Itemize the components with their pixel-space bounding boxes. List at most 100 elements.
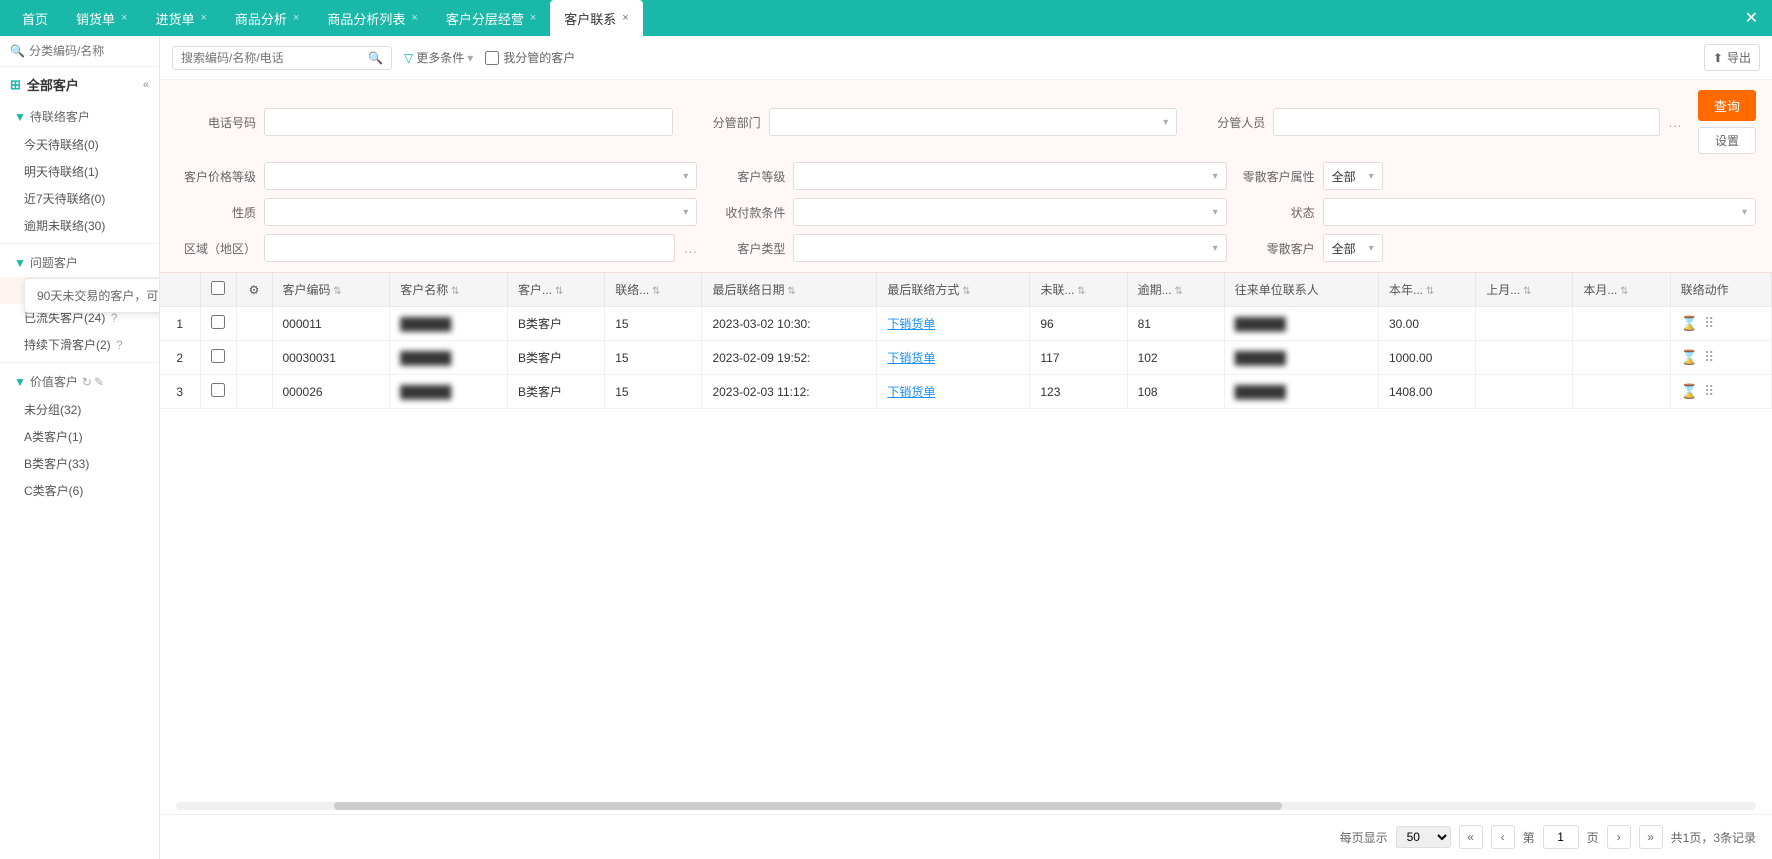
horizontal-scrollbar[interactable] (176, 802, 1756, 810)
manager-input[interactable] (1273, 108, 1660, 136)
sidebar-item-ungrouped[interactable]: 未分组(32) (0, 396, 159, 423)
sidebar-group-problem-customers[interactable]: ▼ 问题客户 (0, 248, 159, 277)
close-icon[interactable]: × (530, 12, 536, 24)
row-actions: ⌛ ⠿ (1681, 383, 1761, 400)
sidebar-item-b-class[interactable]: B类客户(33) (0, 450, 159, 477)
tab-sales-order[interactable]: 销货单 × (62, 0, 141, 36)
select-all-checkbox[interactable] (211, 281, 225, 295)
region-input[interactable] (264, 234, 675, 262)
th-checkbox[interactable] (200, 273, 236, 307)
tab-customer-contact[interactable]: 客户联系 × (550, 0, 642, 36)
status-select[interactable]: ▾ (1323, 198, 1756, 226)
row-checkbox[interactable] (211, 349, 225, 363)
th-this-year[interactable]: 本年... (1378, 273, 1475, 307)
row-checkbox-cell[interactable] (200, 341, 236, 375)
close-icon[interactable]: × (200, 12, 206, 24)
th-this-month[interactable]: 本月... (1573, 273, 1670, 307)
th-overdue[interactable]: 逾期... (1127, 273, 1224, 307)
retail-attr-select[interactable]: 全部 ▾ (1323, 162, 1383, 190)
page-size-select[interactable]: 50 20 100 (1396, 826, 1451, 848)
nature-select[interactable]: ▾ (264, 198, 697, 226)
tab-home[interactable]: 首页 (8, 0, 62, 36)
setting-button[interactable]: 设置 (1698, 127, 1756, 154)
more-conditions-btn[interactable]: ▽ 更多条件 ▾ (404, 49, 473, 66)
tab-product-analysis-list[interactable]: 商品分析列表 × (313, 0, 431, 36)
last-page-btn[interactable]: » (1639, 825, 1663, 849)
filter-search-icon[interactable]: 🔍 (368, 51, 383, 65)
cust-level-select[interactable]: ▾ (793, 162, 1226, 190)
th-cust-type[interactable]: 客户... (508, 273, 605, 307)
th-settings[interactable]: ⚙ (236, 273, 272, 307)
close-icon[interactable]: × (293, 12, 299, 24)
th-cust-name[interactable]: 客户名称 (390, 273, 508, 307)
contact-icon[interactable]: ⌛ (1681, 383, 1698, 400)
more-icon[interactable]: ⠿ (1704, 315, 1714, 332)
sidebar-item-week-pending[interactable]: 近7天待联络(0) (0, 185, 159, 212)
sidebar-search-box[interactable]: 🔍 (0, 36, 159, 67)
sidebar-search-input[interactable] (29, 44, 160, 58)
row-last-contact-method[interactable]: 下销货单 (877, 307, 1030, 341)
export-icon: ⬆ (1713, 51, 1723, 65)
price-level-select[interactable]: ▾ (264, 162, 697, 190)
filter-search-box[interactable]: 🔍 (172, 46, 392, 70)
row-checkbox-cell[interactable] (200, 375, 236, 409)
th-last-month[interactable]: 上月... (1476, 273, 1573, 307)
more-icon[interactable]: ⠿ (1704, 383, 1714, 400)
tab-customer-segmentation[interactable]: 客户分层经营 × (432, 0, 550, 36)
cust-type-select[interactable]: ▾ (793, 234, 1226, 262)
close-all-tabs[interactable]: ✕ (1739, 8, 1764, 28)
sidebar-item-overdue-uncontacted[interactable]: 逾期未联络(30) (0, 212, 159, 239)
th-last-contact-method[interactable]: 最后联络方式 (877, 273, 1030, 307)
contact-icon[interactable]: ⌛ (1681, 349, 1698, 366)
contact-method-link[interactable]: 下销货单 (887, 351, 935, 365)
sidebar-group-pending-contact[interactable]: ▼ 待联络客户 (0, 102, 159, 131)
next-page-btn[interactable]: › (1607, 825, 1631, 849)
th-cust-code[interactable]: 客户编码 (272, 273, 390, 307)
close-icon[interactable]: × (121, 12, 127, 24)
sidebar-item-tomorrow-pending[interactable]: 明天待联络(1) (0, 158, 159, 185)
sidebar-item-c-class[interactable]: C类客户(6) (0, 477, 159, 504)
cust-name-blurred: ██████ (400, 317, 451, 331)
contact-icon[interactable]: ⌛ (1681, 315, 1698, 332)
contact-method-link[interactable]: 下销货单 (887, 385, 935, 399)
row-checkbox[interactable] (211, 383, 225, 397)
row-checkbox-cell[interactable] (200, 307, 236, 341)
sidebar-group-value-customers[interactable]: ▼ 价值客户 ↻ ✎ (0, 367, 159, 396)
scrollbar-thumb[interactable] (334, 802, 1282, 810)
sidebar-item-today-pending[interactable]: 今天待联络(0) (0, 131, 159, 158)
row-last-contact-method[interactable]: 下销货单 (877, 375, 1030, 409)
payment-select[interactable]: ▾ (793, 198, 1226, 226)
contact-method-link[interactable]: 下销货单 (887, 317, 935, 331)
th-contact[interactable]: 联络... (605, 273, 702, 307)
sidebar-all-customers[interactable]: ⊞ 全部客户 « (0, 67, 159, 102)
prev-page-btn[interactable]: ‹ (1491, 825, 1515, 849)
region-dots[interactable]: … (683, 240, 697, 256)
sidebar-item-declining[interactable]: 持续下滑客户(2) ? (0, 331, 159, 358)
my-customers-check[interactable] (485, 51, 499, 65)
row-checkbox[interactable] (211, 315, 225, 329)
close-icon[interactable]: × (411, 12, 417, 24)
filter-search-input[interactable] (181, 51, 368, 65)
export-button[interactable]: ⬆ 导出 (1704, 44, 1760, 71)
filter-field-phone: 电话号码 (176, 108, 673, 136)
query-button[interactable]: 查询 (1698, 90, 1756, 121)
page-number-input[interactable] (1543, 825, 1579, 849)
my-customers-checkbox[interactable]: 我分管的客户 (485, 49, 575, 66)
sidebar-item-a-class[interactable]: A类客户(1) (0, 423, 159, 450)
manager-dots[interactable]: … (1668, 114, 1682, 130)
retail-cust-select[interactable]: 全部 ▾ (1323, 234, 1383, 262)
refresh-icon[interactable]: ↻ (82, 375, 92, 389)
close-icon[interactable]: × (622, 12, 628, 24)
dept-select[interactable]: ▾ (769, 108, 1178, 136)
th-uncontacted[interactable]: 未联... (1030, 273, 1127, 307)
tab-product-analysis[interactable]: 商品分析 × (221, 0, 313, 36)
edit-icon[interactable]: ✎ (94, 375, 104, 389)
row-last-contact-method[interactable]: 下销货单 (877, 341, 1030, 375)
first-page-btn[interactable]: « (1459, 825, 1483, 849)
th-last-contact-date[interactable]: 最后联络日期 (702, 273, 877, 307)
phone-input[interactable] (264, 108, 673, 136)
tab-purchase-order[interactable]: 进货单 × (141, 0, 220, 36)
filter-field-cust-level: 客户等级 ▾ (705, 162, 1226, 190)
more-icon[interactable]: ⠿ (1704, 349, 1714, 366)
chevron-down-icon: ▾ (1742, 207, 1747, 218)
